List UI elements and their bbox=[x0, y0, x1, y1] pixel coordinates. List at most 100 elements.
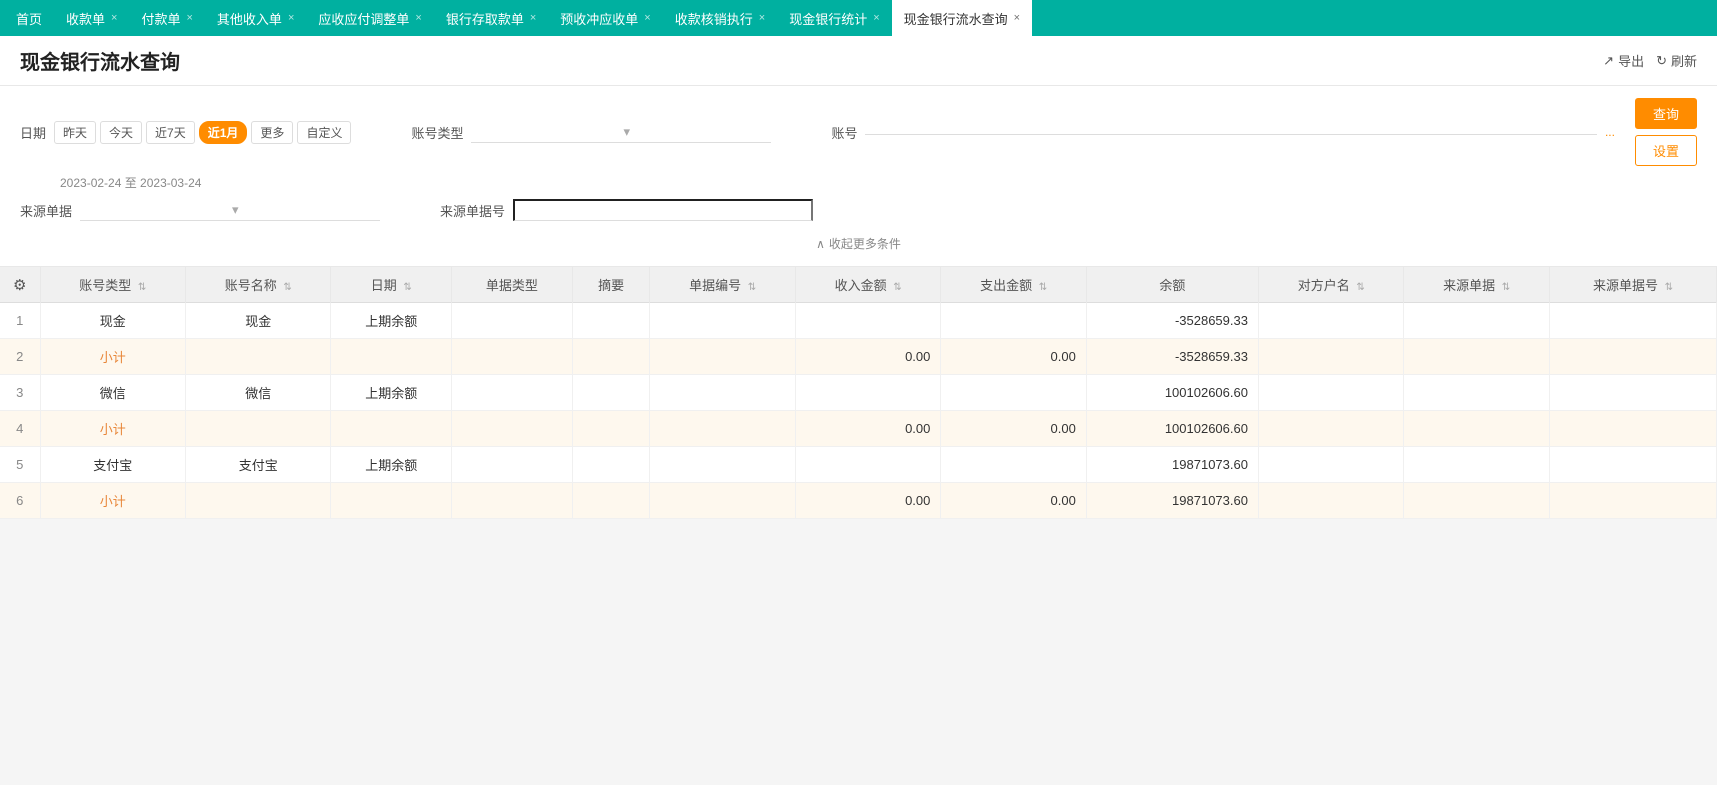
col-gear[interactable]: ⚙ bbox=[0, 267, 40, 303]
close-icon[interactable]: × bbox=[644, 12, 650, 24]
filter-area: 日期 昨天 今天 近7天 近1月 更多 自定义 账号类型 ▾ 账号 ... bbox=[0, 86, 1717, 267]
cell-date: 上期余额 bbox=[331, 447, 452, 483]
cell-num: 5 bbox=[0, 447, 40, 483]
table-row[interactable]: 4小计0.000.00100102606.60 bbox=[0, 411, 1717, 447]
col-source-doc-no[interactable]: 来源单据号 ⇅ bbox=[1549, 267, 1716, 303]
settings-button[interactable]: 设置 bbox=[1635, 135, 1697, 166]
nav-adjustment[interactable]: 应收应付调整单 × bbox=[306, 0, 433, 36]
nav-cash-flow[interactable]: 现金银行流水查询 × bbox=[892, 0, 1032, 36]
source-doc-no-input[interactable] bbox=[513, 199, 813, 221]
account-type-dropdown-icon: ▾ bbox=[623, 124, 765, 140]
close-icon[interactable]: × bbox=[530, 12, 536, 24]
nav-receipt[interactable]: 收款单 × bbox=[54, 0, 129, 36]
date-more[interactable]: 更多 bbox=[251, 121, 293, 144]
table-row[interactable]: 2小计0.000.00-3528659.33 bbox=[0, 339, 1717, 375]
date-7days[interactable]: 近7天 bbox=[146, 121, 195, 144]
nav-collection-exec[interactable]: 收款核销执行 × bbox=[663, 0, 777, 36]
col-expense[interactable]: 支出金额 ⇅ bbox=[941, 267, 1086, 303]
cell-source-doc-no bbox=[1549, 339, 1716, 375]
cell-account-name bbox=[185, 339, 330, 375]
collapse-up-icon: ∧ bbox=[816, 237, 825, 251]
account-more-btn[interactable]: ... bbox=[1605, 125, 1615, 139]
cell-source-doc bbox=[1404, 375, 1549, 411]
cell-source-doc bbox=[1404, 411, 1549, 447]
nav-bank-deposit[interactable]: 银行存取款单 × bbox=[434, 0, 548, 36]
source-doc-filter-group: 来源单据 ▾ bbox=[20, 200, 380, 221]
cell-account-name bbox=[185, 483, 330, 519]
cell-account-name: 微信 bbox=[185, 375, 330, 411]
data-table: ⚙ 账号类型 ⇅ 账号名称 ⇅ 日期 ⇅ 单据类型 摘要 bbox=[0, 267, 1717, 519]
cell-doc-type bbox=[452, 411, 573, 447]
cell-counterparty bbox=[1258, 447, 1403, 483]
cell-source-doc bbox=[1404, 447, 1549, 483]
table-body: 1现金现金上期余额-3528659.332小计0.000.00-3528659.… bbox=[0, 303, 1717, 519]
refresh-icon: ↻ bbox=[1656, 53, 1667, 69]
right-actions: 查询 设置 bbox=[1635, 98, 1697, 166]
export-button[interactable]: ↗ 导出 bbox=[1603, 51, 1644, 70]
source-doc-no-filter-group: 来源单据号 bbox=[440, 199, 813, 221]
col-counterparty[interactable]: 对方户名 ⇅ bbox=[1258, 267, 1403, 303]
source-doc-select[interactable]: ▾ bbox=[80, 200, 380, 221]
close-icon[interactable]: × bbox=[873, 12, 879, 24]
refresh-button[interactable]: ↻ 刷新 bbox=[1656, 51, 1697, 70]
table-row[interactable]: 6小计0.000.0019871073.60 bbox=[0, 483, 1717, 519]
source-doc-label: 来源单据 bbox=[20, 201, 72, 220]
col-doc-type[interactable]: 单据类型 bbox=[452, 267, 573, 303]
cell-income bbox=[795, 375, 940, 411]
account-type-filter-group: 账号类型 ▾ bbox=[411, 122, 771, 143]
cell-counterparty bbox=[1258, 411, 1403, 447]
nav-payment[interactable]: 付款单 × bbox=[129, 0, 204, 36]
cell-income: 0.00 bbox=[795, 483, 940, 519]
col-income-label: 收入金额 bbox=[835, 278, 887, 293]
col-account-type[interactable]: 账号类型 ⇅ bbox=[40, 267, 185, 303]
col-income[interactable]: 收入金额 ⇅ bbox=[795, 267, 940, 303]
col-summary[interactable]: 摘要 bbox=[572, 267, 650, 303]
sort-icon: ⇅ bbox=[1665, 282, 1673, 293]
cell-num: 3 bbox=[0, 375, 40, 411]
close-icon[interactable]: × bbox=[415, 12, 421, 24]
cell-balance: 100102606.60 bbox=[1086, 375, 1258, 411]
header-actions: ↗ 导出 ↻ 刷新 bbox=[1603, 51, 1697, 70]
cell-doc-no bbox=[650, 411, 795, 447]
date-range-text: 2023-02-24 至 2023-03-24 bbox=[60, 176, 201, 190]
col-balance[interactable]: 余额 bbox=[1086, 267, 1258, 303]
cell-expense: 0.00 bbox=[941, 483, 1086, 519]
close-icon[interactable]: × bbox=[288, 12, 294, 24]
cell-account-type: 小计 bbox=[40, 483, 185, 519]
cell-balance: 19871073.60 bbox=[1086, 483, 1258, 519]
table-header-row: ⚙ 账号类型 ⇅ 账号名称 ⇅ 日期 ⇅ 单据类型 摘要 bbox=[0, 267, 1717, 303]
query-button[interactable]: 查询 bbox=[1635, 98, 1697, 129]
table-row[interactable]: 3微信微信上期余额100102606.60 bbox=[0, 375, 1717, 411]
col-account-type-label: 账号类型 bbox=[79, 278, 131, 293]
close-icon[interactable]: × bbox=[111, 12, 117, 24]
nav-home[interactable]: 首页 bbox=[4, 0, 54, 36]
col-account-name[interactable]: 账号名称 ⇅ bbox=[185, 267, 330, 303]
collapse-bar[interactable]: ∧ 收起更多条件 bbox=[20, 229, 1697, 254]
nav-prepaid[interactable]: 预收冲应收单 × bbox=[548, 0, 662, 36]
table-row[interactable]: 1现金现金上期余额-3528659.33 bbox=[0, 303, 1717, 339]
close-icon[interactable]: × bbox=[759, 12, 765, 24]
date-1month[interactable]: 近1月 bbox=[199, 121, 248, 144]
account-filter-group: 账号 ... bbox=[831, 123, 1615, 142]
cell-income bbox=[795, 447, 940, 483]
cell-balance: -3528659.33 bbox=[1086, 339, 1258, 375]
account-type-select[interactable]: ▾ bbox=[471, 122, 771, 143]
col-doc-type-label: 单据类型 bbox=[486, 278, 538, 293]
cell-income: 0.00 bbox=[795, 411, 940, 447]
close-icon[interactable]: × bbox=[186, 12, 192, 24]
close-icon[interactable]: × bbox=[1014, 12, 1020, 24]
date-today[interactable]: 今天 bbox=[100, 121, 142, 144]
table-row[interactable]: 5支付宝支付宝上期余额19871073.60 bbox=[0, 447, 1717, 483]
nav-cash-stats[interactable]: 现金银行统计 × bbox=[777, 0, 891, 36]
cell-counterparty bbox=[1258, 483, 1403, 519]
export-icon: ↗ bbox=[1603, 53, 1614, 69]
col-source-doc[interactable]: 来源单据 ⇅ bbox=[1404, 267, 1549, 303]
nav-other-income[interactable]: 其他收入单 × bbox=[205, 0, 306, 36]
col-doc-no[interactable]: 单据编号 ⇅ bbox=[650, 267, 795, 303]
cell-source-doc-no bbox=[1549, 303, 1716, 339]
date-custom[interactable]: 自定义 bbox=[297, 121, 351, 144]
gear-icon[interactable]: ⚙ bbox=[13, 277, 26, 294]
date-yesterday[interactable]: 昨天 bbox=[54, 121, 96, 144]
col-date[interactable]: 日期 ⇅ bbox=[331, 267, 452, 303]
cell-account-type: 小计 bbox=[40, 339, 185, 375]
